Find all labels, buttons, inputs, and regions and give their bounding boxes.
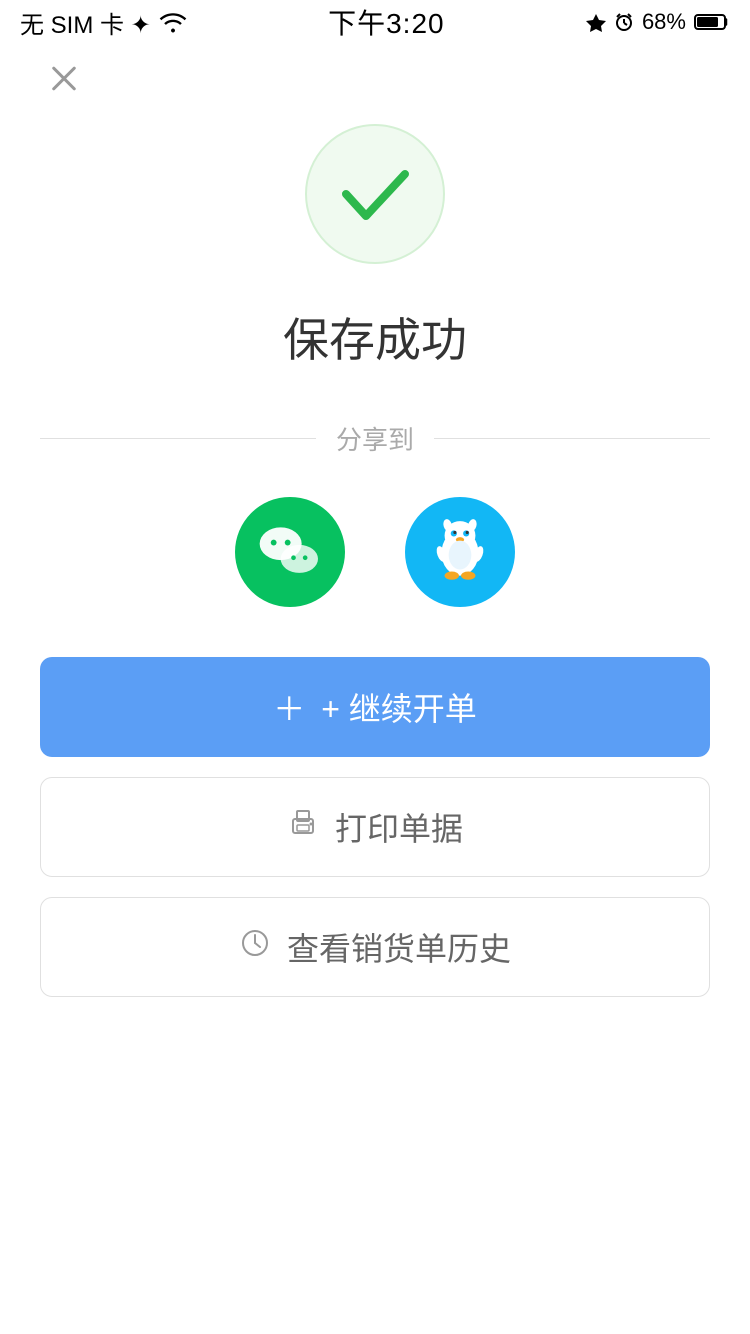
main-content: 保存成功 分享到 bbox=[0, 44, 750, 997]
status-right: 68% bbox=[586, 9, 730, 35]
continue-order-label: + 继续开单 bbox=[321, 684, 477, 730]
continue-order-button[interactable]: ＋ + 继续开单 bbox=[40, 657, 710, 757]
no-sim-label: 无 SIM 卡 ✦ bbox=[20, 5, 151, 40]
history-icon bbox=[239, 927, 271, 967]
print-label: 打印单据 bbox=[335, 804, 463, 850]
status-bar: 无 SIM 卡 ✦ 下午3:20 68% bbox=[0, 0, 750, 44]
history-label: 查看销货单历史 bbox=[287, 924, 511, 970]
divider-right bbox=[434, 438, 710, 439]
alarm-icon bbox=[614, 12, 634, 32]
check-icon bbox=[338, 164, 413, 224]
print-button[interactable]: 打印单据 bbox=[40, 777, 710, 877]
wechat-icon bbox=[255, 520, 325, 585]
qq-icon bbox=[429, 517, 491, 587]
qq-share-button[interactable] bbox=[405, 497, 515, 607]
close-button[interactable] bbox=[40, 54, 88, 102]
view-history-button[interactable]: 查看销货单历史 bbox=[40, 897, 710, 997]
battery-icon bbox=[694, 12, 730, 32]
status-time: 下午3:20 bbox=[328, 2, 445, 42]
battery-label: 68% bbox=[642, 9, 686, 35]
wechat-share-button[interactable] bbox=[235, 497, 345, 607]
wifi-icon bbox=[159, 11, 187, 33]
success-title: 保存成功 bbox=[283, 304, 467, 370]
share-section: 分享到 bbox=[0, 420, 750, 607]
print-icon bbox=[287, 807, 319, 847]
share-icons-row bbox=[235, 497, 515, 607]
divider-row: 分享到 bbox=[0, 420, 750, 457]
success-icon-circle bbox=[305, 124, 445, 264]
divider-left bbox=[40, 438, 316, 439]
status-left: 无 SIM 卡 ✦ bbox=[20, 5, 187, 40]
action-buttons: ＋ + 继续开单 打印单据 bbox=[0, 657, 750, 997]
divider-label: 分享到 bbox=[316, 420, 434, 457]
continue-plus-icon: ＋ bbox=[273, 684, 305, 730]
location-icon bbox=[586, 12, 606, 32]
